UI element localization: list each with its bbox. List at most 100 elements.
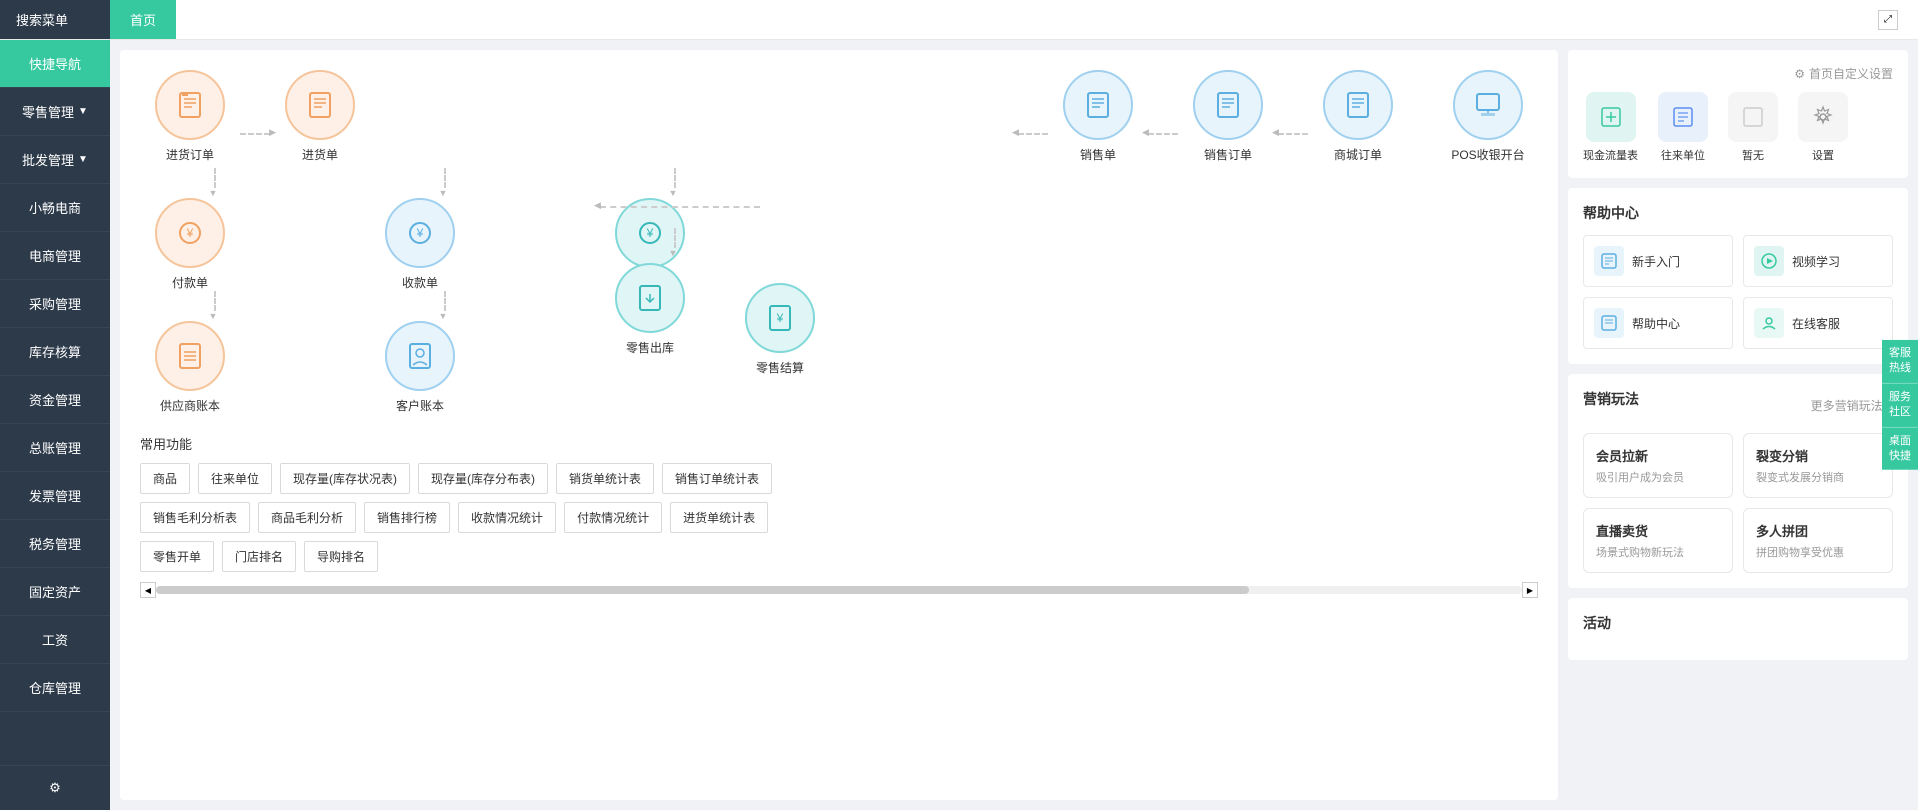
func-btn-retail-order[interactable]: 零售开单	[140, 541, 214, 572]
search-menu-btn[interactable]: 搜索菜单	[0, 0, 110, 39]
customer-ledger-node[interactable]: 客户账本	[370, 321, 470, 414]
func-btn-guide-rank[interactable]: 导购排名	[304, 541, 378, 572]
scroll-bar[interactable]: ◀ ▶	[140, 582, 1538, 598]
cashflow-icon-box	[1586, 92, 1636, 142]
marketing-grid: 会员拉新 吸引用户成为会员 裂变分销 裂变式发展分销商 直播卖货 场景式购物新玩…	[1583, 433, 1893, 573]
quick-icon-empty[interactable]: 暂无	[1728, 92, 1778, 163]
func-btn-receipt-stat[interactable]: 收款情况统计	[458, 502, 556, 533]
float-btn-community[interactable]: 服务社区	[1882, 384, 1918, 428]
sidebar-item-ecommerce[interactable]: 小畅电商	[0, 184, 110, 232]
marketing-item-member[interactable]: 会员拉新 吸引用户成为会员	[1583, 433, 1733, 498]
scroll-thumb	[156, 586, 1249, 594]
quick-icon-cashflow[interactable]: 现金流量表	[1583, 92, 1638, 163]
func-btn-store-rank[interactable]: 门店排名	[222, 541, 296, 572]
func-btn-payment-stat[interactable]: 付款情况统计	[564, 502, 662, 533]
help-item-newbie[interactable]: 新手入门	[1583, 235, 1733, 287]
counterpart-icon-box	[1658, 92, 1708, 142]
video-label: 视频学习	[1792, 253, 1840, 270]
func-btn-counterpart[interactable]: 往来单位	[198, 463, 272, 494]
floating-buttons: 客服热线 服务社区 桌面快捷	[1882, 340, 1918, 470]
sidebar-item-inventory[interactable]: 库存核算	[0, 328, 110, 376]
sidebar-item-tax[interactable]: 税务管理	[0, 520, 110, 568]
retail-settlement-node[interactable]: ¥ 零售结算	[730, 283, 830, 376]
func-btn-stock-status[interactable]: 现存量(库存状况表)	[280, 463, 410, 494]
sidebar-item-assets[interactable]: 固定资产	[0, 568, 110, 616]
func-grid-row2: 销售毛利分析表 商品毛利分析 销售排行榜 收款情况统计 付款情况统计 进货单统计…	[140, 502, 1538, 533]
sidebar-item-ecommercemanage[interactable]: 电商管理	[0, 232, 110, 280]
float-btn-desktop[interactable]: 桌面快捷	[1882, 427, 1918, 470]
common-functions-title: 常用功能	[140, 434, 1538, 453]
sidebar-item-wholesale[interactable]: 批发管理 ▼	[0, 136, 110, 184]
sales-order-node[interactable]: 销售订单	[1178, 70, 1278, 163]
retail-arrow-icon: ▼	[78, 106, 88, 117]
help-item-online[interactable]: 在线客服	[1743, 297, 1893, 349]
sidebar-item-warehouse[interactable]: 仓库管理	[0, 664, 110, 712]
sidebar-item-wholesale-label: 批发管理	[22, 150, 74, 169]
groupbuy-title: 多人拼团	[1756, 521, 1880, 540]
receipt-voucher-node[interactable]: ¥ 收款单	[370, 198, 470, 291]
sales-receipt-node[interactable]: 销售单	[1048, 70, 1148, 163]
sidebar-item-tax-label: 税务管理	[29, 534, 81, 553]
func-btn-sales-rank[interactable]: 销售排行榜	[364, 502, 450, 533]
pos-label: POS收银开台	[1451, 146, 1524, 163]
customize-link[interactable]: ⚙ 首页自定义设置	[1794, 65, 1893, 82]
purchase-order-col: 进货订单	[140, 70, 240, 163]
mall-order-label: 商城订单	[1334, 146, 1382, 163]
func-btn-sales-stat[interactable]: 销货单统计表	[556, 463, 654, 494]
supplier-ledger-label: 供应商账本	[160, 397, 220, 414]
help-center-panel: 帮助中心 新手入门 视频学习	[1568, 188, 1908, 364]
scroll-left-btn[interactable]: ◀	[140, 582, 156, 598]
more-marketing-link[interactable]: 更多营销玩法 >	[1811, 397, 1893, 414]
quick-icon-counterpart[interactable]: 往来单位	[1658, 92, 1708, 163]
float-btn-hotline[interactable]: 客服热线	[1882, 340, 1918, 384]
func-btn-salesorder-stat[interactable]: 销售订单统计表	[662, 463, 772, 494]
customer-ledger-label: 客户账本	[396, 397, 444, 414]
settings-icon-box	[1798, 92, 1848, 142]
supplier-ledger-node[interactable]: 供应商账本	[140, 321, 240, 414]
marketing-item-fission[interactable]: 裂变分销 裂变式发展分销商	[1743, 433, 1893, 498]
marketing-item-groupbuy[interactable]: 多人拼团 拼团购物享受优惠	[1743, 508, 1893, 573]
member-desc: 吸引用户成为会员	[1596, 469, 1720, 485]
sidebar-item-finance[interactable]: 资金管理	[0, 376, 110, 424]
counterpart-label: 往来单位	[1661, 147, 1705, 163]
fullscreen-button[interactable]: ⤢	[1878, 10, 1898, 30]
sales-receipt-label: 销售单	[1080, 146, 1116, 163]
main-layout: 快捷导航 零售管理 ▼ 批发管理 ▼ 小畅电商 电商管理 采购管理 库存核算 资…	[0, 40, 1918, 810]
func-btn-sales-margin[interactable]: 销售毛利分析表	[140, 502, 250, 533]
sidebar-item-payroll-label: 工资	[42, 630, 68, 649]
purchase-order-node[interactable]: 进货订单	[140, 70, 240, 163]
retail-outbound-node[interactable]: 零售出库	[600, 263, 700, 356]
home-tab[interactable]: 首页	[110, 0, 176, 39]
scroll-right-btn[interactable]: ▶	[1522, 582, 1538, 598]
help-grid: 新手入门 视频学习 帮助中心	[1583, 235, 1893, 349]
sidebar-item-retail[interactable]: 零售管理 ▼	[0, 88, 110, 136]
sidebar-item-payroll[interactable]: 工资	[0, 616, 110, 664]
pos-node[interactable]: POS收银开台	[1438, 70, 1538, 163]
gear-icon: ⚙	[1794, 67, 1805, 81]
help-item-video[interactable]: 视频学习	[1743, 235, 1893, 287]
func-btn-purchase-stat[interactable]: 进货单统计表	[670, 502, 768, 533]
activity-panel: 活动	[1568, 598, 1908, 660]
func-btn-product[interactable]: 商品	[140, 463, 190, 494]
video-icon	[1754, 246, 1784, 276]
sidebar-item-invoice[interactable]: 发票管理	[0, 472, 110, 520]
fission-desc: 裂变式发展分销商	[1756, 469, 1880, 485]
func-btn-product-margin[interactable]: 商品毛利分析	[258, 502, 356, 533]
quick-icon-settings[interactable]: 设置	[1798, 92, 1848, 163]
help-item-helpcenter[interactable]: 帮助中心	[1583, 297, 1733, 349]
sidebar-item-ledger[interactable]: 总账管理	[0, 424, 110, 472]
mall-order-col: 商城订单	[1308, 70, 1408, 163]
newbie-label: 新手入门	[1632, 253, 1680, 270]
svg-text:¥: ¥	[646, 226, 654, 240]
marketing-item-live[interactable]: 直播卖货 场景式购物新玩法	[1583, 508, 1733, 573]
purchase-receipt-node[interactable]: 进货单	[270, 70, 370, 163]
settings-label: 设置	[1812, 147, 1834, 163]
sidebar-item-quicknav[interactable]: 快捷导航	[0, 40, 110, 88]
sidebar-gear-btn[interactable]: ⚙	[0, 765, 110, 810]
mall-order-node[interactable]: 商城订单	[1308, 70, 1408, 163]
sidebar-item-purchase[interactable]: 采购管理	[0, 280, 110, 328]
receipt-voucher-label: 收款单	[402, 274, 438, 291]
purchase-order-label: 进货订单	[166, 146, 214, 163]
func-btn-stock-dist[interactable]: 现存量(库存分布表)	[418, 463, 548, 494]
payment-voucher-node[interactable]: ¥ 付款单	[140, 198, 240, 291]
